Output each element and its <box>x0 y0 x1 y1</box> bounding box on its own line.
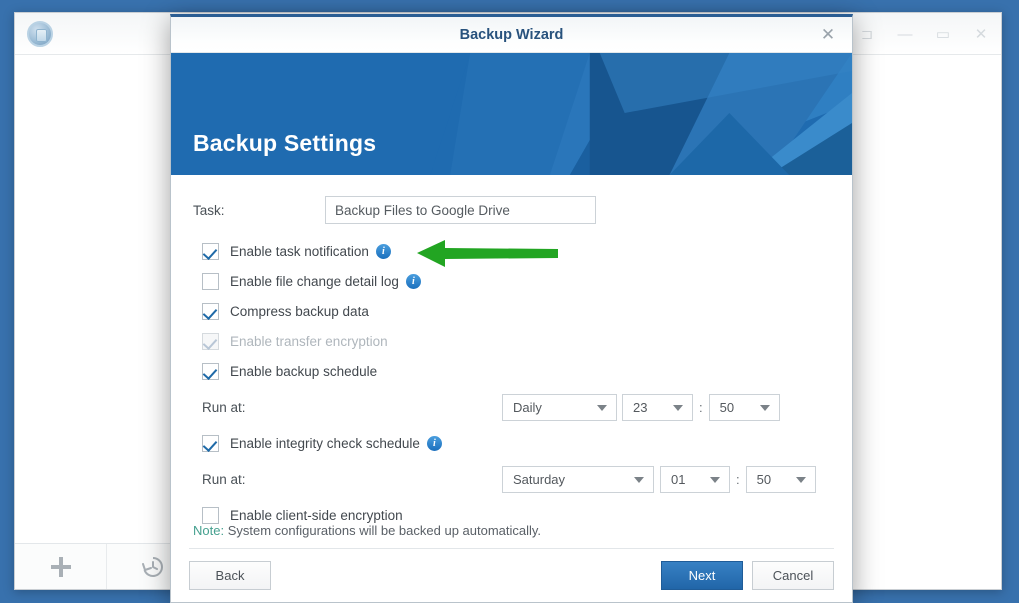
info-icon[interactable]: i <box>375 243 391 259</box>
integrity-frequency-select[interactable]: Saturday <box>502 465 654 493</box>
task-row: Task: <box>193 193 830 227</box>
integrity-hour-value: 01 <box>671 471 686 487</box>
option-label-task-notification: Enable task notification <box>230 243 369 259</box>
restore-window-button[interactable]: ⊐ <box>857 24 877 44</box>
note-body: System configurations will be backed up … <box>224 523 542 538</box>
backup-hour-value: 23 <box>633 399 648 415</box>
close-icon[interactable]: ✕ <box>818 25 838 45</box>
option-row-compress-backup-data: Compress backup data <box>193 296 830 326</box>
add-task-button[interactable] <box>15 544 107 589</box>
plus-icon <box>50 556 71 577</box>
checkbox-enable-integrity-check-schedule[interactable] <box>202 434 219 452</box>
task-label: Task: <box>193 202 225 218</box>
note-text: Note: System configurations will be back… <box>193 523 541 538</box>
dialog-body: Task: Enable task notification i Enable … <box>171 175 852 550</box>
maximize-window-button[interactable]: ▭ <box>933 24 953 44</box>
chevron-down-icon <box>759 405 770 411</box>
backup-minute-select[interactable]: 50 <box>708 393 780 421</box>
close-window-button[interactable]: ✕ <box>971 24 991 44</box>
option-label-file-change-detail-log: Enable file change detail log <box>230 273 399 289</box>
chevron-down-icon <box>673 405 683 411</box>
task-name-input[interactable] <box>325 196 596 224</box>
option-row-integrity-check-schedule: Enable integrity check schedule i <box>193 428 830 458</box>
option-label-integrity-check-schedule: Enable integrity check schedule <box>230 435 420 451</box>
option-label-transfer-encryption: Enable transfer encryption <box>230 333 388 349</box>
option-row-transfer-encryption: Enable transfer encryption <box>193 326 830 356</box>
integrity-hour-select[interactable]: 01 <box>660 465 730 493</box>
back-button[interactable]: Back <box>189 561 271 590</box>
dialog-footer: Back Next Cancel <box>189 548 834 602</box>
backup-schedule-runat-row: Run at: Daily 23 : 50 <box>193 390 830 424</box>
backup-hour-select[interactable]: 23 <box>622 393 693 421</box>
chevron-down-icon <box>597 405 607 411</box>
chevron-down-icon <box>634 477 644 483</box>
checkbox-enable-task-notification[interactable] <box>202 242 219 260</box>
note-label: Note: <box>193 523 225 538</box>
history-clock-icon <box>141 556 163 577</box>
cancel-button[interactable]: Cancel <box>752 561 834 590</box>
backup-schedule-runat-label: Run at: <box>202 399 246 415</box>
integrity-schedule-runat-label: Run at: <box>202 471 246 487</box>
next-button[interactable]: Next <box>661 561 743 590</box>
info-icon[interactable]: i <box>426 435 442 451</box>
integrity-time-separator: : <box>736 471 740 487</box>
checkbox-enable-client-side-encryption[interactable] <box>202 506 219 524</box>
option-label-backup-schedule: Enable backup schedule <box>230 363 378 379</box>
backup-wizard-dialog: Backup Wizard ✕ Backup Settings Task: Ba… <box>170 14 853 603</box>
integrity-schedule-runat-row: Run at: Saturday 01 : 50 <box>193 462 830 496</box>
backup-time-separator: : <box>699 399 703 415</box>
background-window-controls: ⊐ — ▭ ✕ <box>857 13 991 55</box>
checkbox-enable-backup-schedule[interactable] <box>202 362 219 380</box>
option-row-backup-schedule: Enable backup schedule <box>193 356 830 386</box>
checkbox-compress-backup-data[interactable] <box>202 302 219 320</box>
checkbox-enable-transfer-encryption <box>202 332 219 350</box>
integrity-minute-select[interactable]: 50 <box>745 465 816 493</box>
dialog-banner: Backup Settings <box>171 53 852 175</box>
backup-frequency-value: Daily <box>513 399 542 415</box>
dialog-titlebar: Backup Wizard ✕ <box>171 17 852 53</box>
backup-frequency-select[interactable]: Daily <box>502 393 617 421</box>
integrity-frequency-value: Saturday <box>513 471 566 487</box>
integrity-minute-value: 50 <box>756 471 772 487</box>
chevron-down-icon <box>710 477 720 483</box>
option-row-task-notification: Enable task notification i <box>193 236 830 266</box>
checkbox-enable-file-change-detail-log[interactable] <box>202 272 219 290</box>
option-row-file-change-detail-log: Enable file change detail log i <box>193 266 830 296</box>
option-label-client-side-encryption: Enable client-side encryption <box>230 507 403 523</box>
info-icon[interactable]: i <box>405 273 421 289</box>
chevron-down-icon <box>795 477 806 483</box>
minimize-window-button[interactable]: — <box>895 24 915 44</box>
banner-title: Backup Settings <box>193 130 377 156</box>
desktop-background: ⊐ — ▭ ✕ Backup Wizard ✕ Backup Settings … <box>0 0 1019 603</box>
synology-app-icon <box>27 21 53 47</box>
dialog-title: Backup Wizard <box>459 27 564 43</box>
option-label-compress-backup-data: Compress backup data <box>230 303 369 319</box>
backup-minute-value: 50 <box>719 399 735 415</box>
